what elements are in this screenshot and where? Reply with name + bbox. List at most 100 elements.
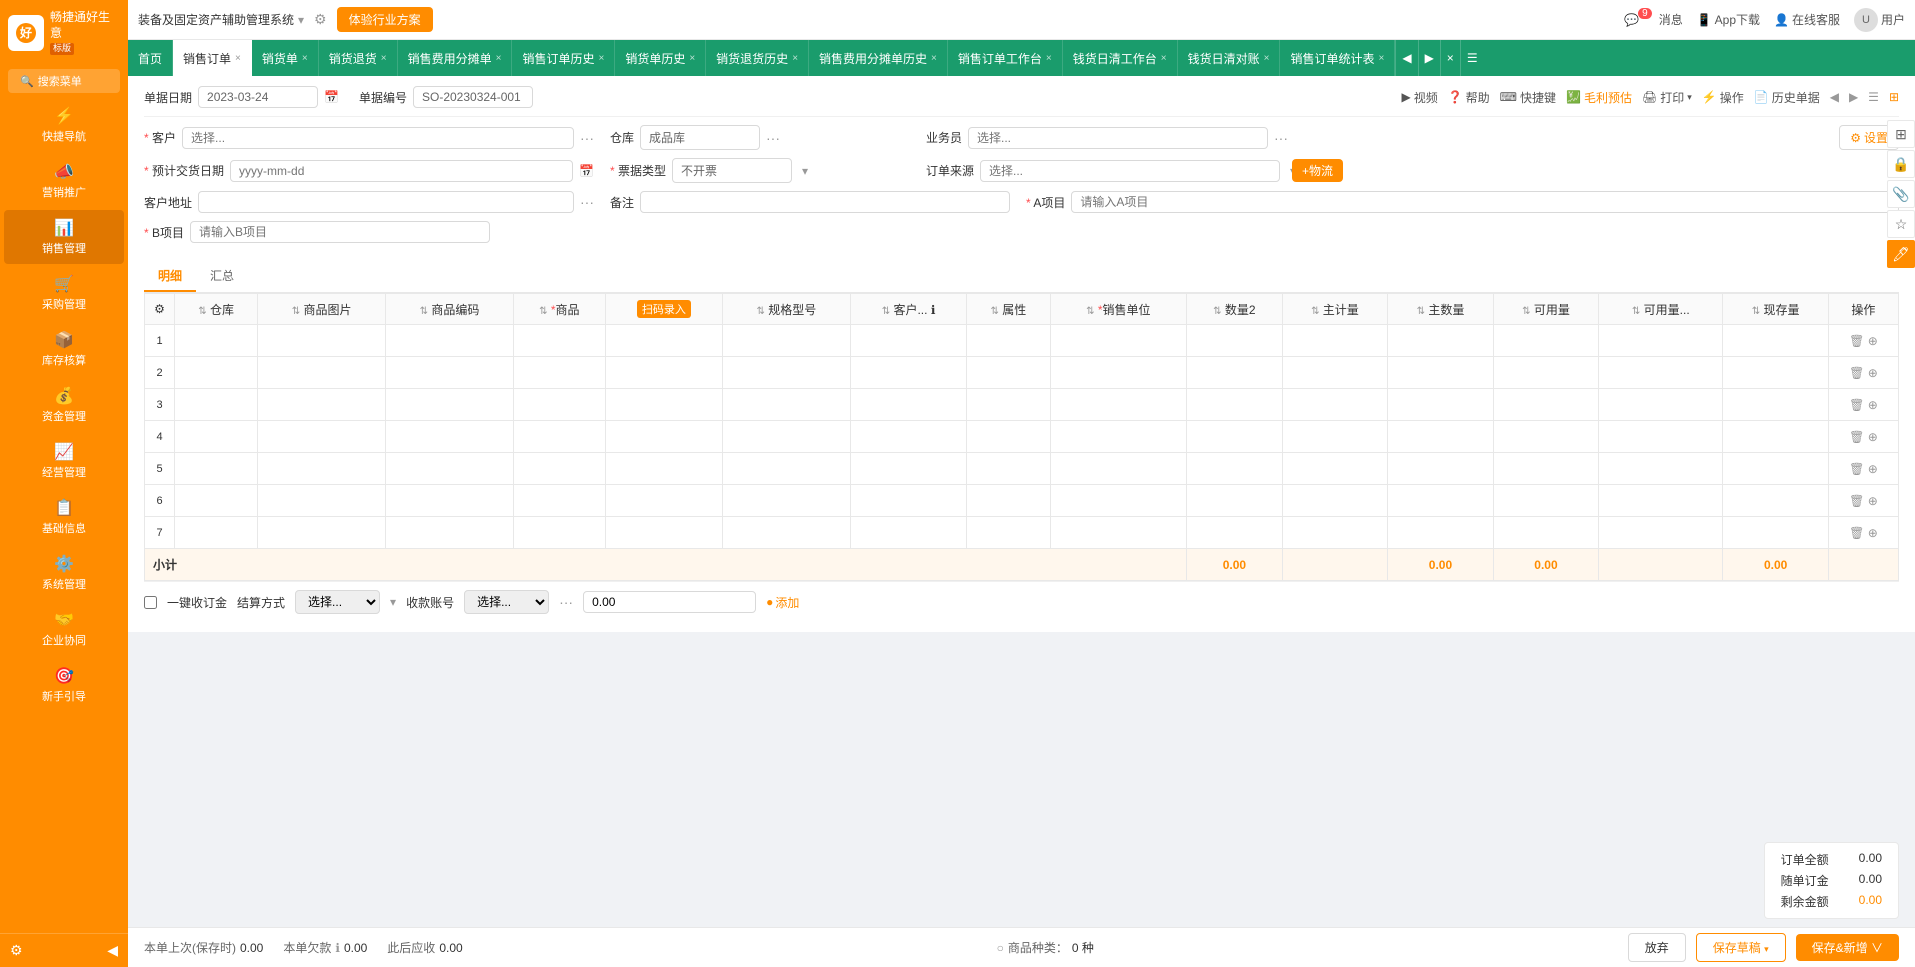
tab-sales-report[interactable]: 销售订单统计表 × [1280, 40, 1395, 76]
cell-stock-1[interactable] [1723, 325, 1829, 357]
cell-qty2-7[interactable] [1187, 517, 1283, 549]
tab-order-workbench[interactable]: 销售订单工作台 × [948, 40, 1063, 76]
cell-avail2-4[interactable] [1599, 421, 1723, 453]
cell-main-qty-2[interactable] [1388, 357, 1494, 389]
cell-main-qty-3[interactable] [1388, 389, 1494, 421]
header-settings-icon[interactable]: ⚙ [314, 11, 327, 28]
right-icon-5[interactable]: 🖊 [1887, 240, 1915, 268]
order-no-input[interactable]: SO-20230324-001 [413, 86, 533, 108]
grid-view-icon[interactable]: ⊞ [1889, 90, 1899, 104]
cell-qty2-4[interactable] [1187, 421, 1283, 453]
one-click-checkbox[interactable] [144, 596, 157, 609]
tab-sales-order-close[interactable]: × [235, 53, 241, 64]
table-scroll[interactable]: ⚙ ⇅ 仓库 ⇅ 商品图片 ⇅ 商品编码 ⇅ *商品 扫码录入 ⇅ 规格型号 ⇅… [144, 293, 1899, 581]
cell-qty2-2[interactable] [1187, 357, 1283, 389]
tab-sales-order[interactable]: 销售订单 × [173, 40, 252, 76]
cell-unit-2[interactable] [1050, 357, 1187, 389]
cell-code-1[interactable] [386, 325, 514, 357]
cell-spec-2[interactable] [722, 357, 850, 389]
industry-solution-button[interactable]: 体验行业方案 [337, 7, 433, 32]
cell-product-4[interactable] [513, 421, 605, 453]
nav-next-btn[interactable]: ▶ [1849, 90, 1858, 104]
list-view-icon[interactable]: ☰ [1868, 90, 1879, 104]
discard-button[interactable]: 放弃 [1628, 933, 1686, 962]
copy-icon-5[interactable]: ⊕ [1868, 462, 1878, 476]
message-item[interactable]: 💬 9 消息 [1624, 11, 1683, 28]
copy-icon-7[interactable]: ⊕ [1868, 526, 1878, 540]
cell-main-unit-6[interactable] [1282, 485, 1388, 517]
cell-avail2-7[interactable] [1599, 517, 1723, 549]
cell-ops-3[interactable]: 🗑 ⊕ [1828, 389, 1898, 421]
cell-avail-7[interactable] [1493, 517, 1599, 549]
tab-next-btn[interactable]: ▶ [1418, 40, 1440, 76]
delete-icon-3[interactable]: 🗑 [1849, 398, 1864, 412]
sidebar-item-management[interactable]: 📈 经营管理 [4, 434, 124, 488]
tab-sales-return-close[interactable]: × [381, 53, 387, 64]
cell-img-3[interactable] [258, 389, 386, 421]
cell-avail-1[interactable] [1493, 325, 1599, 357]
cell-unit-5[interactable] [1050, 453, 1187, 485]
tab-sales-return[interactable]: 销货退货 × [319, 40, 398, 76]
cell-ops-5[interactable]: 🗑 ⊕ [1828, 453, 1898, 485]
sidebar-item-beginner[interactable]: 🎯 新手引导 [4, 658, 124, 712]
cell-qty2-6[interactable] [1187, 485, 1283, 517]
cell-warehouse-2[interactable] [175, 357, 258, 389]
tab-sales-fee-split[interactable]: 销售费用分摊单 × [398, 40, 513, 76]
a-project-input[interactable] [1071, 191, 1899, 213]
delivery-date-input[interactable] [230, 160, 573, 182]
invoice-type-input[interactable]: 不开票 [672, 158, 792, 183]
cell-cust-code-3[interactable] [850, 389, 966, 421]
right-icon-1[interactable]: ⊞ [1887, 120, 1915, 148]
customer-address-input[interactable] [198, 191, 574, 213]
delete-icon-1[interactable]: 🗑 [1849, 334, 1864, 348]
cell-avail2-2[interactable] [1599, 357, 1723, 389]
sidebar-item-finance[interactable]: 💰 资金管理 [4, 378, 124, 432]
cell-main-qty-5[interactable] [1388, 453, 1494, 485]
cell-scan-5[interactable] [605, 453, 722, 485]
cell-main-unit-2[interactable] [1282, 357, 1388, 389]
cell-spec-4[interactable] [722, 421, 850, 453]
cell-img-6[interactable] [258, 485, 386, 517]
search-menu-item[interactable]: 🔍 搜索菜单 [8, 69, 120, 93]
add-payment-button[interactable]: ● 添加 [766, 594, 799, 611]
cell-main-qty-7[interactable] [1388, 517, 1494, 549]
info-owe-icon[interactable]: ℹ [335, 941, 340, 955]
cell-avail-6[interactable] [1493, 485, 1599, 517]
cell-warehouse-5[interactable] [175, 453, 258, 485]
cell-attr-4[interactable] [967, 421, 1050, 453]
cell-product-6[interactable] [513, 485, 605, 517]
cell-unit-6[interactable] [1050, 485, 1187, 517]
sys-dropdown-icon[interactable]: ▾ [298, 13, 304, 27]
cell-scan-6[interactable] [605, 485, 722, 517]
invoice-dropdown-icon[interactable]: ▾ [802, 164, 808, 178]
cell-attr-6[interactable] [967, 485, 1050, 517]
cell-main-unit-3[interactable] [1282, 389, 1388, 421]
cell-warehouse-7[interactable] [175, 517, 258, 549]
cell-avail-2[interactable] [1493, 357, 1599, 389]
cell-avail-4[interactable] [1493, 421, 1599, 453]
tab-fee-history[interactable]: 销售费用分摊单历史 × [809, 40, 948, 76]
cell-warehouse-6[interactable] [175, 485, 258, 517]
cell-attr-7[interactable] [967, 517, 1050, 549]
cell-main-unit-7[interactable] [1282, 517, 1388, 549]
tab-menu-btn[interactable]: ☰ [1460, 40, 1484, 76]
right-icon-3[interactable]: 📎 [1887, 180, 1915, 208]
cell-qty2-1[interactable] [1187, 325, 1283, 357]
cell-ops-7[interactable]: 🗑 ⊕ [1828, 517, 1898, 549]
cell-stock-2[interactable] [1723, 357, 1829, 389]
cell-scan-1[interactable] [605, 325, 722, 357]
cell-scan-4[interactable] [605, 421, 722, 453]
sidebar-item-system[interactable]: ⚙️ 系统管理 [4, 546, 124, 600]
cell-warehouse-4[interactable] [175, 421, 258, 453]
cell-stock-5[interactable] [1723, 453, 1829, 485]
cell-code-3[interactable] [386, 389, 514, 421]
history-btn[interactable]: 📄 历史单据 [1754, 89, 1820, 106]
settings-bottom-icon[interactable]: ⚙ [10, 942, 23, 959]
cell-cust-code-6[interactable] [850, 485, 966, 517]
cell-stock-3[interactable] [1723, 389, 1829, 421]
cell-unit-4[interactable] [1050, 421, 1187, 453]
cell-attr-2[interactable] [967, 357, 1050, 389]
cell-stock-7[interactable] [1723, 517, 1829, 549]
cell-cust-code-1[interactable] [850, 325, 966, 357]
cell-main-qty-6[interactable] [1388, 485, 1494, 517]
